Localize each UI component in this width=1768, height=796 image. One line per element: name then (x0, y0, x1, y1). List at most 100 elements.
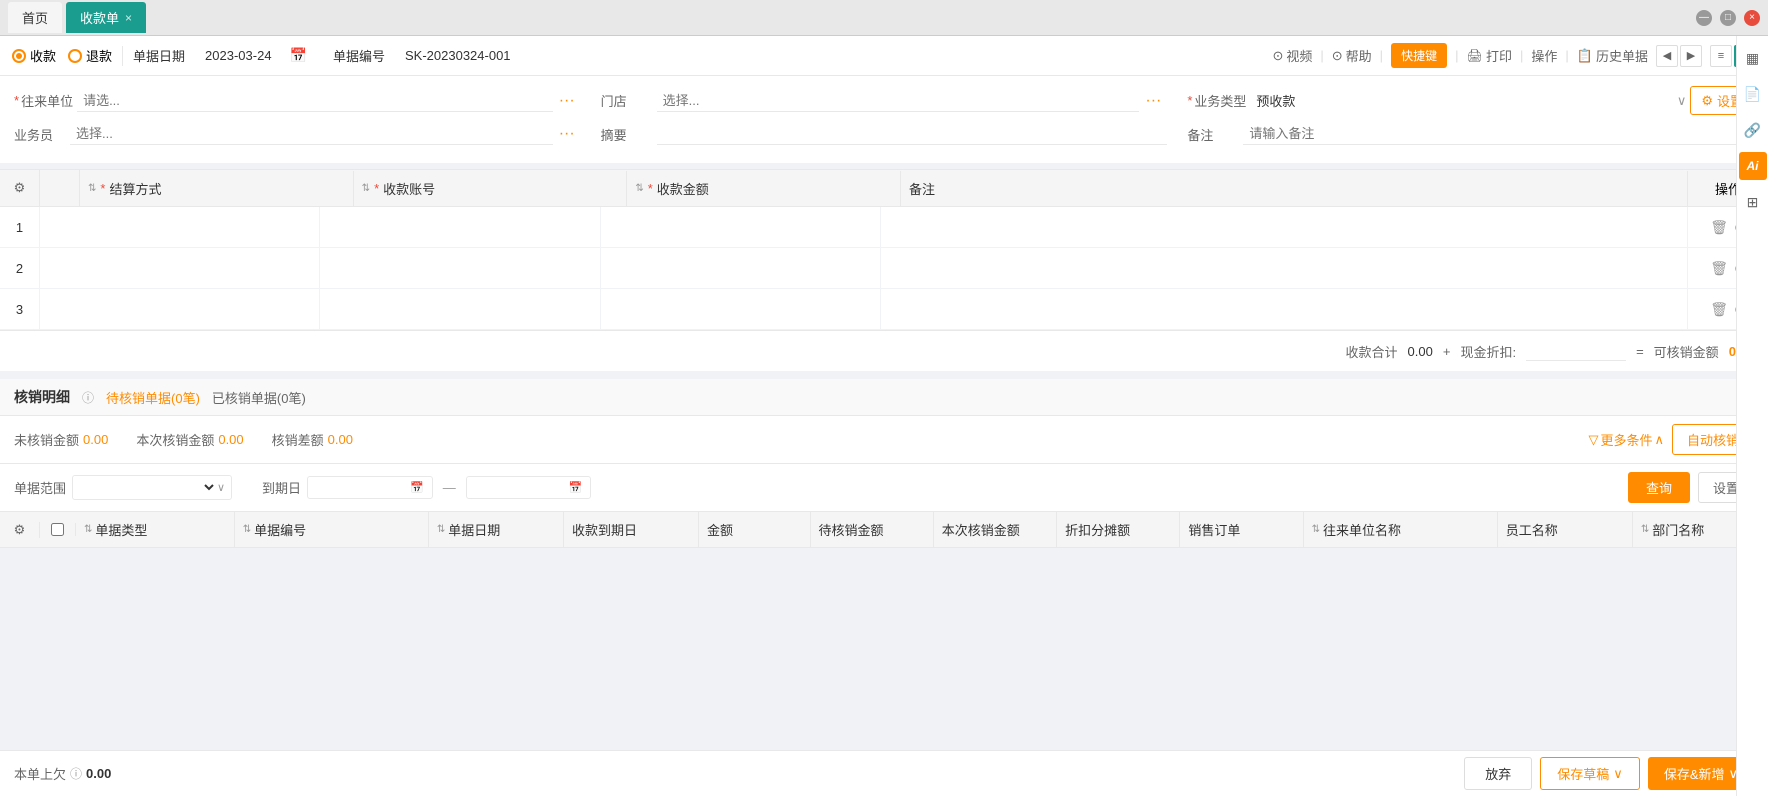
date-to-input[interactable]: 2022-04-12 (475, 480, 565, 495)
calendar-to-icon[interactable]: 📅 (569, 481, 583, 494)
maximize-button[interactable]: □ (1720, 10, 1736, 26)
th-type-sort[interactable]: ⇅ (84, 524, 92, 535)
tab-home[interactable]: 首页 (8, 2, 62, 33)
thispage-value: 0.00 (86, 766, 111, 781)
salesperson-field: 业务员 ··· (14, 123, 581, 145)
tab-active[interactable]: 收款单 × (66, 2, 146, 33)
history-link[interactable]: 📋 历史单据 (1577, 46, 1648, 65)
th-remarks-label: 备注 (909, 179, 935, 198)
th-discount-label: 折扣分摊额 (1065, 520, 1130, 539)
shop-more-icon[interactable]: ··· (1139, 92, 1167, 110)
detail-th-discount: 折扣分摊额 (1057, 512, 1180, 547)
td-remarks-2[interactable] (881, 248, 1688, 288)
row-delete-icon-3[interactable]: 🗑 (1710, 301, 1728, 318)
date-label: 单据日期 (133, 46, 185, 65)
th-date-sort[interactable]: ⇅ (437, 524, 445, 535)
th-account-required: * (374, 181, 379, 196)
row-delete-icon-2[interactable]: 🗑 (1710, 260, 1728, 277)
select-all-checkbox[interactable] (51, 523, 64, 536)
th-account-sort[interactable]: ⇅ (362, 183, 370, 194)
uncleaned-value: 0.00 (83, 432, 108, 447)
main-content: * 往来单位 ··· 门店 ··· * 业务类型 预收款 ∨ ⚙ 设置 (0, 76, 1768, 750)
detail-th-staff: 员工名称 (1498, 512, 1633, 547)
td-amount-1[interactable] (601, 207, 881, 247)
writeoff-info-icon[interactable]: ⓘ (82, 389, 94, 406)
operation-link[interactable]: 操作 (1531, 46, 1557, 65)
date-from-input[interactable]: 2022-04-01 (316, 480, 406, 495)
sidebar-doc-icon[interactable]: 📄 (1739, 80, 1767, 108)
range-select-wrapper[interactable]: ∨ (72, 475, 232, 500)
sidebar-table-icon[interactable]: ▦ (1739, 44, 1767, 72)
sidebar-ai-icon[interactable]: Ai (1739, 152, 1767, 180)
done-tab[interactable]: 已核销单据(0笔) (212, 388, 306, 407)
biztype-arrow[interactable]: ∨ (1673, 93, 1691, 109)
td-amount-3[interactable] (601, 289, 881, 329)
print-link[interactable]: 🖨 打印 (1466, 46, 1512, 65)
duedate-field: 到期日 2022-04-01 📅 — 2022-04-12 📅 (262, 476, 591, 499)
range-select[interactable] (79, 479, 217, 496)
th-company-sort[interactable]: ⇅ (1312, 524, 1320, 535)
nav-next-button[interactable]: ▶ (1680, 45, 1702, 67)
th-company-label: 往来单位名称 (1323, 520, 1401, 539)
row-num-3: 3 (0, 289, 40, 329)
date-from-wrapper[interactable]: 2022-04-01 📅 (307, 476, 433, 499)
th-payment-sort[interactable]: ⇅ (88, 183, 96, 194)
nav-prev-button[interactable]: ◀ (1656, 45, 1678, 67)
date-to-wrapper[interactable]: 2022-04-12 📅 (466, 476, 592, 499)
calendar-icon[interactable]: 📅 (290, 47, 307, 64)
list-view-button[interactable]: ≡ (1710, 45, 1732, 67)
form-row-2: 业务员 ··· 摘要 备注 (14, 123, 1754, 145)
td-payment-3[interactable] (40, 289, 320, 329)
radio-refund[interactable]: 退款 (68, 46, 112, 65)
th-writeoff-label: 本次核销金额 (942, 520, 1020, 539)
sidebar-link-icon[interactable]: 🔗 (1739, 116, 1767, 144)
th-dept-sort[interactable]: ⇅ (1641, 524, 1649, 535)
td-account-3[interactable] (320, 289, 600, 329)
td-account-1[interactable] (320, 207, 600, 247)
discount-input[interactable] (1526, 341, 1626, 361)
row-delete-icon-1[interactable]: 🗑 (1710, 219, 1728, 236)
th-amount-sort[interactable]: ⇅ (635, 183, 643, 194)
table-header: ⚙ ⇅ * 结算方式 ⇅ * 收款账号 ⇅ * 收款金额 备注 操作 (0, 170, 1768, 207)
partner-more-icon[interactable]: ··· (553, 92, 581, 110)
thispage-info-icon[interactable]: ⓘ (70, 765, 82, 782)
table-settings-icon[interactable]: ⚙ (0, 170, 40, 206)
td-payment-2[interactable] (40, 248, 320, 288)
partner-input[interactable] (77, 90, 553, 112)
footer-right: 放弃 保存草稿 ∨ 保存&新增 ∨ (1464, 757, 1754, 790)
window-controls: — □ × (1696, 10, 1760, 26)
help-link[interactable]: ⊙ 帮助 (1332, 46, 1372, 65)
shortcut-button[interactable]: 快捷键 (1391, 43, 1447, 68)
sidebar-screenshot-icon[interactable]: ⊞ (1739, 188, 1767, 216)
detail-checkbox-header[interactable] (40, 523, 76, 536)
td-account-2[interactable] (320, 248, 600, 288)
salesperson-input[interactable] (70, 123, 553, 145)
td-payment-1[interactable] (40, 207, 320, 247)
remark-input[interactable] (1243, 123, 1754, 145)
toolbar: 收款 退款 单据日期 2023-03-24 📅 单据编号 SK-20230324… (0, 36, 1768, 76)
video-link[interactable]: ⊙ 视频 (1272, 46, 1312, 65)
calendar-from-icon[interactable]: 📅 (410, 481, 424, 494)
pending-tab[interactable]: 待核销单据(0笔) (106, 388, 200, 407)
detail-table-header: ⚙ ⇅ 单据类型 ⇅ 单据编号 ⇅ 单据日期 收款到期日 金额 待核销金额 本次… (0, 512, 1768, 548)
td-remarks-3[interactable] (881, 289, 1688, 329)
th-num-sort[interactable]: ⇅ (243, 524, 251, 535)
th-amount-label: 收款金额 (657, 179, 709, 198)
shop-input[interactable] (657, 90, 1140, 112)
minimize-button[interactable]: — (1696, 10, 1712, 26)
tab-close-icon[interactable]: × (125, 11, 132, 25)
query-button[interactable]: 查询 (1628, 472, 1690, 503)
more-conditions-link[interactable]: ▽ 更多条件 ∧ (1588, 430, 1664, 449)
row-num-1: 1 (0, 207, 40, 247)
detail-th-writeoff: 本次核销金额 (934, 512, 1057, 547)
save-draft-button[interactable]: 保存草稿 ∨ (1540, 757, 1640, 790)
summary-input[interactable] (657, 123, 1168, 145)
detail-settings-icon[interactable]: ⚙ (0, 522, 40, 538)
discard-button[interactable]: 放弃 (1464, 757, 1532, 790)
salesperson-more-icon[interactable]: ··· (553, 125, 581, 143)
td-remarks-1[interactable] (881, 207, 1688, 247)
radio-receive[interactable]: 收款 (12, 46, 56, 65)
table-row: 1 🗑 ⊕ (0, 207, 1768, 248)
close-button[interactable]: × (1744, 10, 1760, 26)
td-amount-2[interactable] (601, 248, 881, 288)
